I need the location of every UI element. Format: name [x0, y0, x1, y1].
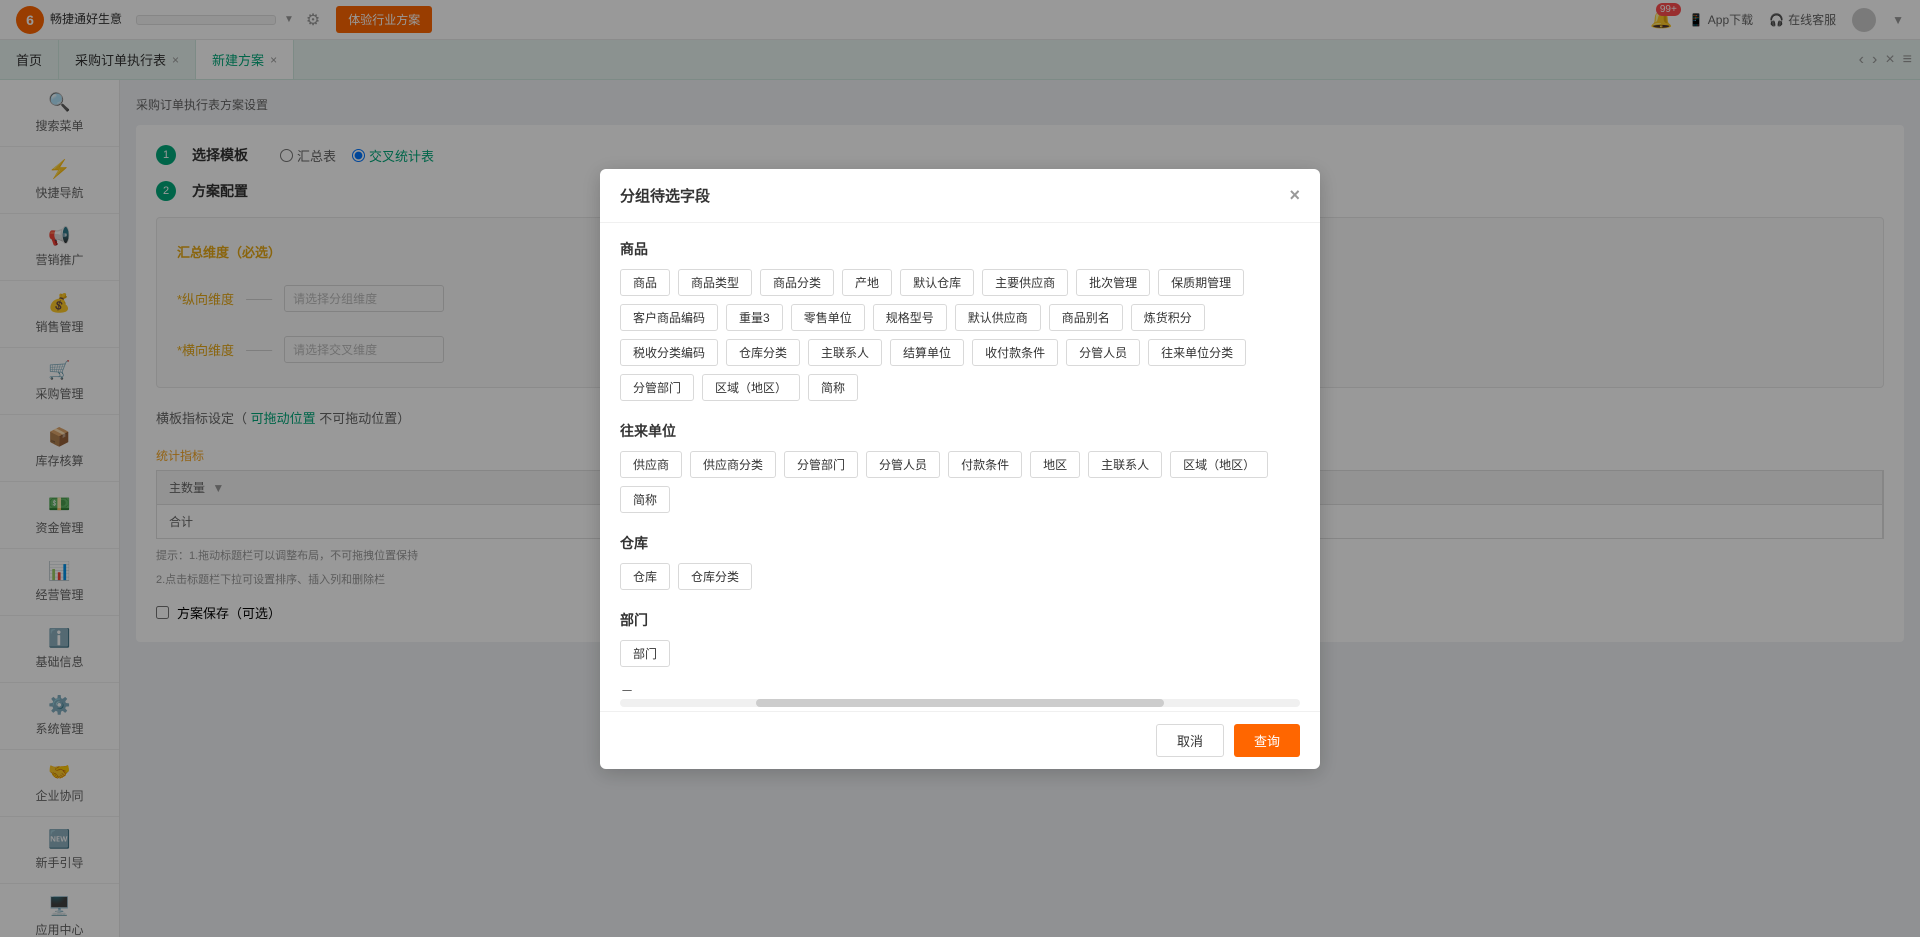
tag-cp-6[interactable]: 主联系人	[1088, 451, 1162, 478]
modal-scrollbar-area	[600, 691, 1320, 711]
group-warehouse-title: 仓库	[620, 533, 1300, 553]
modal-footer: 取消 查询	[600, 711, 1320, 769]
modal-h-scrollbar[interactable]	[620, 699, 1300, 707]
tag-cp-3[interactable]: 分管人员	[866, 451, 940, 478]
modal-confirm-btn[interactable]: 查询	[1234, 724, 1300, 757]
modal-title: 分组待选字段	[620, 185, 710, 206]
tag-product-6[interactable]: 批次管理	[1076, 269, 1150, 296]
tag-cp-7[interactable]: 区域（地区）	[1170, 451, 1268, 478]
tag-product-10[interactable]: 零售单位	[791, 304, 865, 331]
tag-wh-0[interactable]: 仓库	[620, 563, 670, 590]
modal-cancel-btn[interactable]: 取消	[1156, 724, 1224, 757]
tag-product-20[interactable]: 分管人员	[1066, 339, 1140, 366]
field-group-dept: 部门 部门	[620, 610, 1300, 667]
tag-cp-4[interactable]: 付款条件	[948, 451, 1022, 478]
modal-overlay: 分组待选字段 × 商品 商品 商品类型 商品分类 产地 默认仓库 主要供应商 批…	[0, 0, 1920, 937]
tag-product-14[interactable]: 炼货积分	[1131, 304, 1205, 331]
tag-product-0[interactable]: 商品	[620, 269, 670, 296]
tag-cp-1[interactable]: 供应商分类	[690, 451, 776, 478]
modal-close-icon[interactable]: ×	[1289, 185, 1300, 206]
modal-header: 分组待选字段 ×	[600, 169, 1320, 223]
tag-product-19[interactable]: 收付款条件	[972, 339, 1058, 366]
field-group-product: 商品 商品 商品类型 商品分类 产地 默认仓库 主要供应商 批次管理 保质期管理…	[620, 239, 1300, 401]
tag-product-13[interactable]: 商品别名	[1049, 304, 1123, 331]
tag-product-1[interactable]: 商品类型	[678, 269, 752, 296]
field-group-counterparty: 往来单位 供应商 供应商分类 分管部门 分管人员 付款条件 地区 主联系人 区域…	[620, 421, 1300, 513]
tag-cp-0[interactable]: 供应商	[620, 451, 682, 478]
warehouse-tags: 仓库 仓库分类	[620, 563, 1300, 590]
tag-dept-0[interactable]: 部门	[620, 640, 670, 667]
tag-product-11[interactable]: 规格型号	[873, 304, 947, 331]
tag-product-18[interactable]: 结算单位	[890, 339, 964, 366]
tag-product-21[interactable]: 往来单位分类	[1148, 339, 1246, 366]
tag-product-15[interactable]: 税收分类编码	[620, 339, 718, 366]
tag-product-5[interactable]: 主要供应商	[982, 269, 1068, 296]
tag-product-12[interactable]: 默认供应商	[955, 304, 1041, 331]
tag-cp-5[interactable]: 地区	[1030, 451, 1080, 478]
tag-product-7[interactable]: 保质期管理	[1158, 269, 1244, 296]
tag-product-3[interactable]: 产地	[842, 269, 892, 296]
modal-h-scrollbar-thumb[interactable]	[756, 699, 1164, 707]
tag-cp-2[interactable]: 分管部门	[784, 451, 858, 478]
group-product-title: 商品	[620, 239, 1300, 259]
modal-body[interactable]: 商品 商品 商品类型 商品分类 产地 默认仓库 主要供应商 批次管理 保质期管理…	[600, 223, 1320, 691]
tag-wh-1[interactable]: 仓库分类	[678, 563, 752, 590]
tag-product-9[interactable]: 重量3	[726, 304, 783, 331]
tag-product-24[interactable]: 简称	[808, 374, 858, 401]
tag-product-23[interactable]: 区域（地区）	[702, 374, 800, 401]
dept-tags: 部门	[620, 640, 1300, 667]
group-dept-title: 部门	[620, 610, 1300, 630]
tag-product-4[interactable]: 默认仓库	[900, 269, 974, 296]
tag-cp-8[interactable]: 简称	[620, 486, 670, 513]
tag-product-22[interactable]: 分管部门	[620, 374, 694, 401]
tag-product-16[interactable]: 仓库分类	[726, 339, 800, 366]
counterparty-tags: 供应商 供应商分类 分管部门 分管人员 付款条件 地区 主联系人 区域（地区） …	[620, 451, 1300, 513]
group-counterparty-title: 往来单位	[620, 421, 1300, 441]
tag-product-2[interactable]: 商品分类	[760, 269, 834, 296]
tag-product-8[interactable]: 客户商品编码	[620, 304, 718, 331]
tag-product-17[interactable]: 主联系人	[808, 339, 882, 366]
field-group-warehouse: 仓库 仓库 仓库分类	[620, 533, 1300, 590]
product-tags: 商品 商品类型 商品分类 产地 默认仓库 主要供应商 批次管理 保质期管理 客户…	[620, 269, 1300, 401]
field-select-modal: 分组待选字段 × 商品 商品 商品类型 商品分类 产地 默认仓库 主要供应商 批…	[600, 169, 1320, 769]
